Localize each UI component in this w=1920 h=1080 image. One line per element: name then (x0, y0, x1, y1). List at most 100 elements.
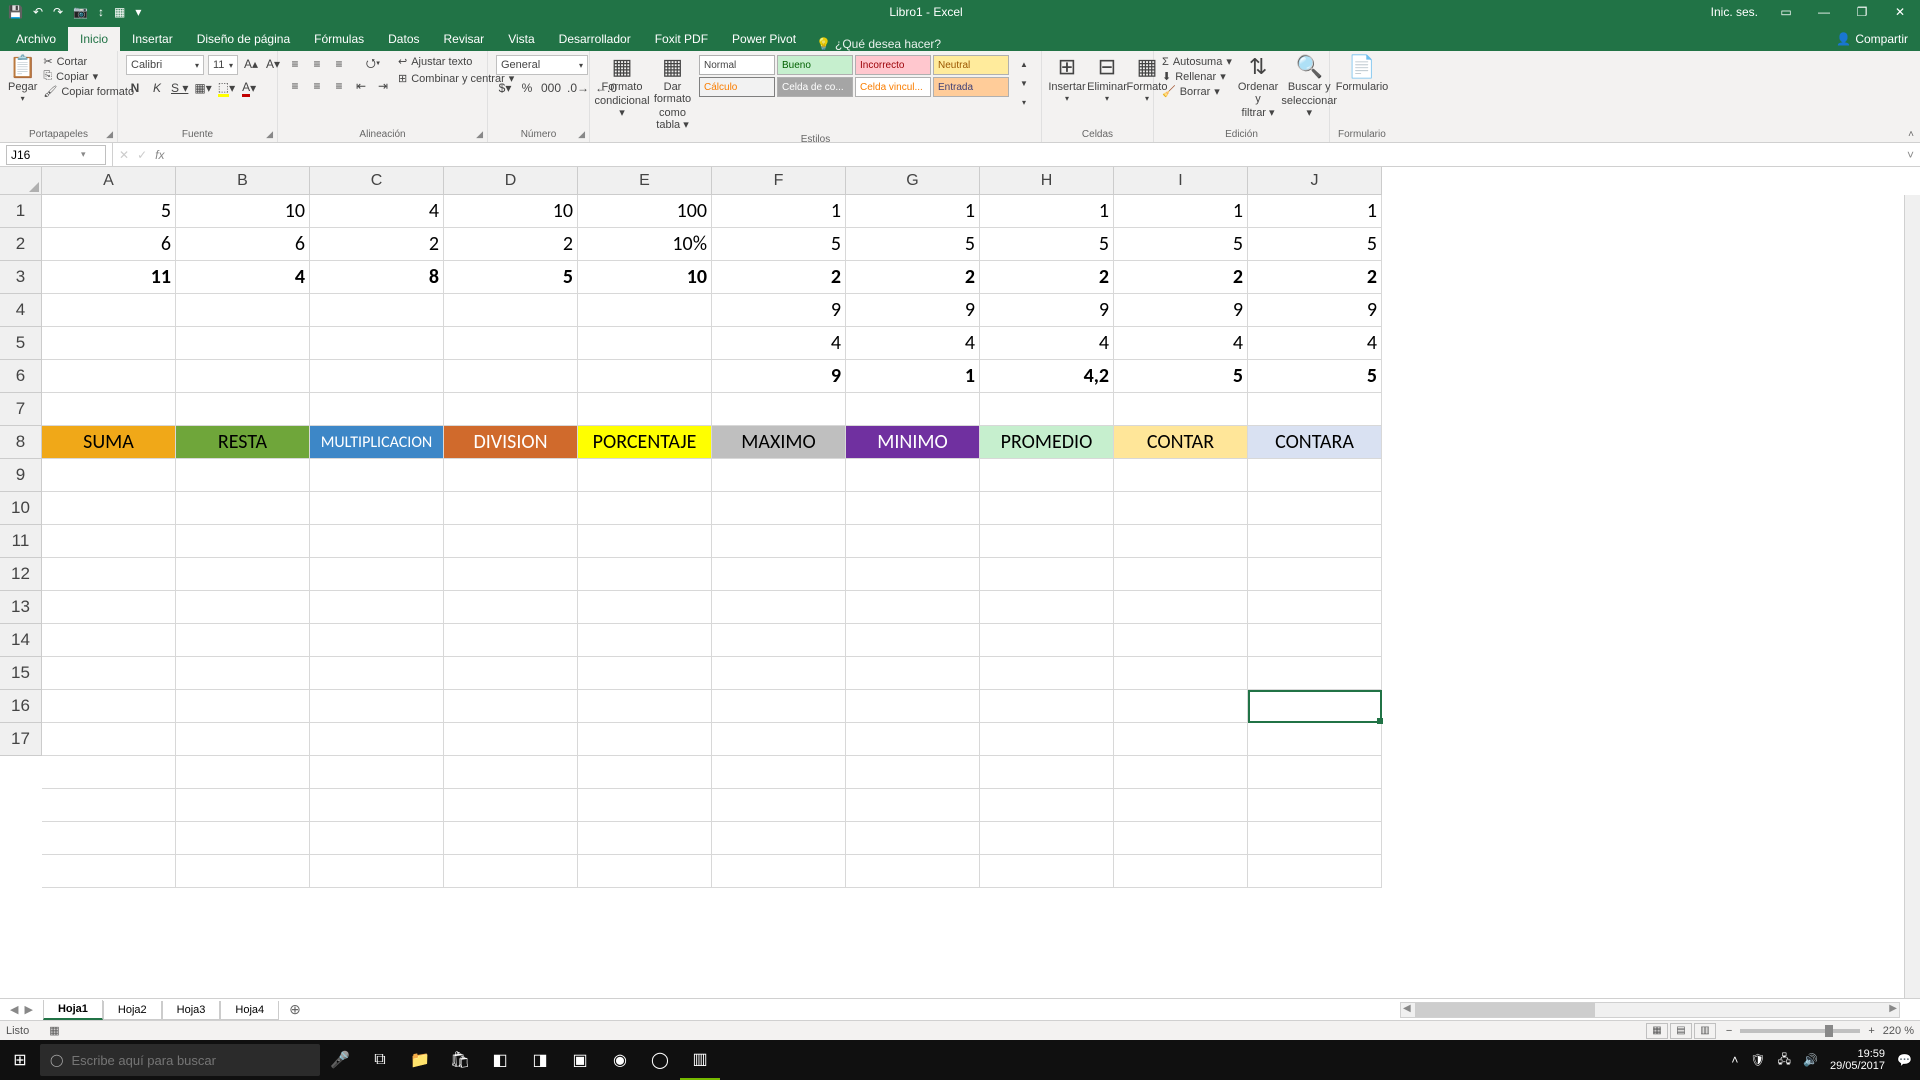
cell[interactable] (578, 327, 712, 360)
cell[interactable] (1114, 591, 1248, 624)
cell[interactable]: 1 (846, 195, 980, 228)
cell[interactable] (42, 393, 176, 426)
cell[interactable] (578, 822, 712, 855)
cell[interactable]: 1 (1248, 195, 1382, 228)
cell[interactable] (1248, 855, 1382, 888)
insertar-celdas-button[interactable]: ⊞Insertar▾ (1050, 55, 1084, 104)
tab-powerpivot[interactable]: Power Pivot (720, 27, 808, 51)
taskbar-clock[interactable]: 19:59 29/05/2017 (1830, 1048, 1885, 1072)
row-header[interactable]: 7 (0, 393, 42, 426)
cell[interactable] (1248, 723, 1382, 756)
cell[interactable] (176, 789, 310, 822)
cell[interactable] (846, 591, 980, 624)
cell[interactable] (310, 393, 444, 426)
cell[interactable]: 5 (980, 228, 1114, 261)
borrar-button[interactable]: 🧹 Borrar ▾ (1162, 85, 1232, 98)
cell[interactable] (578, 624, 712, 657)
cell[interactable]: 8 (310, 261, 444, 294)
fx-icon[interactable]: fx (155, 148, 164, 162)
cell[interactable] (1114, 756, 1248, 789)
column-header[interactable]: D (444, 167, 578, 195)
cell[interactable] (42, 789, 176, 822)
cell[interactable]: 5 (846, 228, 980, 261)
cell[interactable] (846, 657, 980, 690)
cell[interactable] (980, 657, 1114, 690)
tab-formulas[interactable]: Fórmulas (302, 27, 376, 51)
cell[interactable] (444, 492, 578, 525)
signin-link[interactable]: Inic. ses. (1711, 5, 1758, 19)
cell[interactable] (176, 294, 310, 327)
notifications-icon[interactable]: 💬 (1897, 1053, 1912, 1067)
cell[interactable]: 6 (176, 228, 310, 261)
row-header[interactable]: 1 (0, 195, 42, 228)
sheet-tab-hoja1[interactable]: Hoja1 (43, 1000, 103, 1020)
cell[interactable]: RESTA (176, 426, 310, 459)
cell[interactable] (712, 855, 846, 888)
style-celda-vinculada[interactable]: Celda vincul... (855, 77, 931, 97)
increase-indent-icon[interactable]: ⇥ (374, 77, 392, 95)
cell[interactable] (444, 789, 578, 822)
cell[interactable] (176, 624, 310, 657)
cell[interactable] (578, 789, 712, 822)
column-header[interactable]: A (42, 167, 176, 195)
cell[interactable] (578, 393, 712, 426)
style-normal[interactable]: Normal (699, 55, 775, 75)
cell[interactable]: 5 (1248, 360, 1382, 393)
tab-vista[interactable]: Vista (496, 27, 546, 51)
cell[interactable] (846, 789, 980, 822)
cell[interactable] (42, 294, 176, 327)
cell[interactable] (980, 822, 1114, 855)
cell[interactable] (444, 756, 578, 789)
row-header[interactable]: 14 (0, 624, 42, 657)
row-header[interactable]: 2 (0, 228, 42, 261)
cell[interactable] (444, 360, 578, 393)
cell[interactable] (444, 525, 578, 558)
cell[interactable] (980, 459, 1114, 492)
cell[interactable] (176, 822, 310, 855)
style-bueno[interactable]: Bueno (777, 55, 853, 75)
cell[interactable] (310, 591, 444, 624)
tab-inicio[interactable]: Inicio (68, 27, 120, 51)
cell[interactable] (444, 327, 578, 360)
cell[interactable] (846, 855, 980, 888)
cell[interactable]: 1 (712, 195, 846, 228)
row-header[interactable]: 13 (0, 591, 42, 624)
cell[interactable] (712, 591, 846, 624)
cell[interactable] (1114, 558, 1248, 591)
cell[interactable]: 100 (578, 195, 712, 228)
formato-condicional-button[interactable]: ▦Formatocondicional ▾ (598, 55, 646, 119)
cell[interactable] (980, 624, 1114, 657)
thousands-icon[interactable]: 000 (540, 79, 562, 97)
table-icon[interactable]: ▦ (114, 5, 125, 19)
cell[interactable] (176, 657, 310, 690)
cell[interactable] (42, 591, 176, 624)
column-header[interactable]: C (310, 167, 444, 195)
close-button[interactable]: ✕ (1890, 5, 1910, 19)
cell[interactable] (578, 459, 712, 492)
tray-security-icon[interactable]: 🛡 (1750, 1053, 1765, 1067)
cell[interactable] (578, 360, 712, 393)
zoom-in-button[interactable]: + (1868, 1025, 1874, 1037)
cortana-mic-icon[interactable]: 🎤 (320, 1040, 360, 1080)
cell[interactable]: MAXIMO (712, 426, 846, 459)
cell[interactable]: 10 (578, 261, 712, 294)
tray-expand-icon[interactable]: ˄ (1731, 1053, 1738, 1067)
cell[interactable]: 2 (980, 261, 1114, 294)
cell[interactable] (578, 591, 712, 624)
increase-font-icon[interactable]: A▴ (242, 55, 260, 73)
row-header[interactable]: 3 (0, 261, 42, 294)
zoom-slider[interactable] (1740, 1029, 1860, 1033)
cancel-formula-icon[interactable]: ✕ (119, 148, 129, 162)
cell[interactable] (176, 591, 310, 624)
pegar-button[interactable]: 📋Pegar▾ (8, 55, 37, 104)
cell[interactable] (980, 855, 1114, 888)
cell[interactable] (1114, 624, 1248, 657)
cell[interactable] (42, 525, 176, 558)
cell[interactable] (42, 657, 176, 690)
cell[interactable] (42, 855, 176, 888)
sheet-tab-hoja3[interactable]: Hoja3 (162, 1001, 221, 1020)
cell[interactable] (846, 690, 980, 723)
font-name-combo[interactable]: Calibri▾ (126, 55, 204, 75)
italic-button[interactable]: K (148, 79, 166, 97)
cell[interactable] (310, 624, 444, 657)
